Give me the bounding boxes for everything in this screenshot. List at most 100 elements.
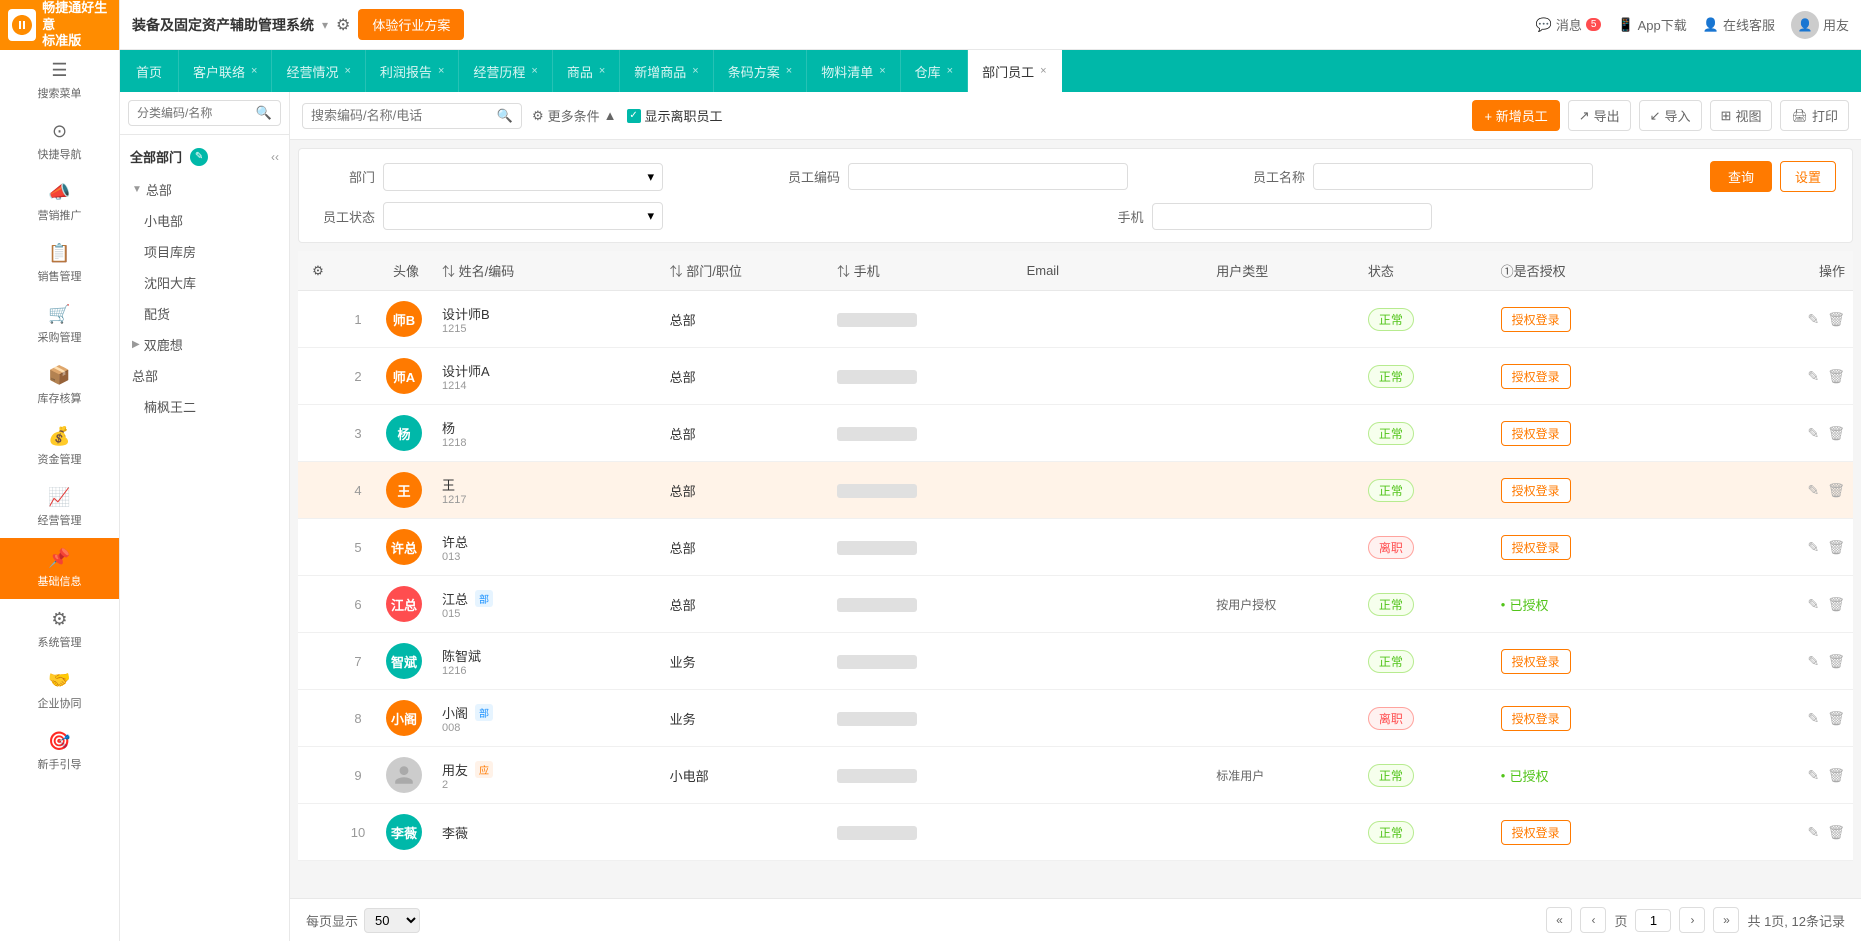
- print-button[interactable]: 🖨 打印: [1780, 100, 1849, 131]
- sidebar-item-sales[interactable]: 📋 销售管理: [0, 233, 119, 294]
- edit-icon[interactable]: ✎: [1807, 596, 1819, 613]
- sidebar-item-purchase[interactable]: 🛒 采购管理: [0, 294, 119, 355]
- sidebar-item-quicknav[interactable]: ⊙ 快捷导航: [0, 111, 119, 172]
- dept-node-syd[interactable]: 沈阳大库: [120, 267, 289, 298]
- close-icon[interactable]: ×: [1040, 65, 1046, 77]
- dept-node-xmk[interactable]: 项目库房: [120, 236, 289, 267]
- dept-search-input[interactable]: [137, 106, 252, 120]
- tab-newgoods[interactable]: 新增商品 ×: [620, 50, 713, 92]
- dropdown-arrow-icon[interactable]: ▾: [322, 18, 328, 32]
- settings-icon[interactable]: ⚙: [336, 15, 350, 35]
- close-icon[interactable]: ×: [879, 65, 885, 77]
- last-page-button[interactable]: »: [1713, 907, 1739, 933]
- dept-all-item[interactable]: 全部部门 ✎ ‹‹: [120, 139, 289, 174]
- edit-icon[interactable]: ✎: [1807, 767, 1819, 784]
- edit-icon[interactable]: ✎: [1807, 482, 1819, 499]
- sidebar-item-guide[interactable]: 🎯 新手引导: [0, 721, 119, 782]
- auth-login-button[interactable]: 授权登录: [1501, 535, 1571, 560]
- tab-staff[interactable]: 部门员工 ×: [968, 50, 1061, 92]
- emp-status-select[interactable]: ▾: [383, 202, 663, 230]
- dept-node-xdb[interactable]: 小电部: [120, 205, 289, 236]
- tab-operations[interactable]: 经营情况 ×: [272, 50, 365, 92]
- tab-customer[interactable]: 客户联络 ×: [179, 50, 272, 92]
- tab-warehouse[interactable]: 仓库 ×: [901, 50, 968, 92]
- next-page-button[interactable]: ›: [1679, 907, 1705, 933]
- user-menu[interactable]: 👤 用友: [1791, 11, 1849, 39]
- delete-icon[interactable]: 🗑: [1827, 311, 1845, 328]
- sidebar-item-finance[interactable]: 💰 资金管理: [0, 416, 119, 477]
- add-employee-button[interactable]: + 新增员工: [1472, 100, 1559, 131]
- dept-node-npwz[interactable]: 楠枫王二: [120, 391, 289, 422]
- auth-login-button[interactable]: 授权登录: [1501, 364, 1571, 389]
- import-button[interactable]: ↙ 导入: [1639, 100, 1702, 131]
- edit-icon[interactable]: ✎: [1807, 710, 1819, 727]
- first-page-button[interactable]: «: [1546, 907, 1572, 933]
- tab-history[interactable]: 经营历程 ×: [459, 50, 552, 92]
- page-size-select[interactable]: 50 100 200: [364, 908, 420, 933]
- delete-icon[interactable]: 🗑: [1827, 824, 1845, 841]
- sidebar-item-search[interactable]: ☰ 搜索菜单: [0, 50, 119, 111]
- filter-settings-button[interactable]: 设置: [1780, 161, 1836, 192]
- close-icon[interactable]: ×: [786, 65, 792, 77]
- dept-select[interactable]: ▾: [383, 163, 663, 191]
- close-icon[interactable]: ×: [947, 65, 953, 77]
- dept-node-ph[interactable]: 配货: [120, 298, 289, 329]
- sidebar-item-basic[interactable]: 📌 基础信息: [0, 538, 119, 599]
- dept-node-sx[interactable]: ▶ 双鹿想: [120, 329, 289, 360]
- edit-icon[interactable]: ✎: [1807, 368, 1819, 385]
- emp-code-input[interactable]: [848, 163, 1128, 190]
- show-resigned-toggle[interactable]: ✓ 显示离职员工: [627, 106, 723, 125]
- emp-name-input[interactable]: [1313, 163, 1593, 190]
- online-service-button[interactable]: 👤 在线客服: [1703, 15, 1775, 34]
- page-number-input[interactable]: [1635, 909, 1671, 932]
- sidebar-item-cooperation[interactable]: 🤝 企业协同: [0, 660, 119, 721]
- sidebar-item-inventory[interactable]: 📦 库存核算: [0, 355, 119, 416]
- delete-icon[interactable]: 🗑: [1827, 767, 1845, 784]
- more-conditions-button[interactable]: ⚙ 更多条件 ▲: [532, 106, 617, 125]
- delete-icon[interactable]: 🗑: [1827, 710, 1845, 727]
- table-gear-col[interactable]: ⚙: [298, 251, 338, 291]
- sidebar-item-operations[interactable]: 📈 经营管理: [0, 477, 119, 538]
- close-icon[interactable]: ×: [599, 65, 605, 77]
- sort-icon[interactable]: ⇅: [837, 264, 850, 279]
- auth-login-button[interactable]: 授权登录: [1501, 421, 1571, 446]
- close-icon[interactable]: ×: [251, 65, 257, 77]
- view-button[interactable]: ⊞ 视图: [1710, 100, 1773, 131]
- edit-icon[interactable]: ✎: [1807, 824, 1819, 841]
- query-button[interactable]: 查询: [1710, 161, 1772, 192]
- app-download-button[interactable]: 📱 App下载: [1617, 15, 1686, 34]
- auth-login-button[interactable]: 授权登录: [1501, 307, 1571, 332]
- sidebar-item-system[interactable]: ⚙ 系统管理: [0, 599, 119, 660]
- delete-icon[interactable]: 🗑: [1827, 482, 1845, 499]
- message-button[interactable]: 💬 消息 5: [1536, 15, 1602, 34]
- sort-icon[interactable]: ⇅: [670, 264, 683, 279]
- dept-node-zb[interactable]: 总部: [120, 360, 289, 391]
- delete-icon[interactable]: 🗑: [1827, 425, 1845, 442]
- tab-goods[interactable]: 商品 ×: [553, 50, 620, 92]
- auth-login-button[interactable]: 授权登录: [1501, 706, 1571, 731]
- tab-profit[interactable]: 利润报告 ×: [366, 50, 459, 92]
- sidebar-item-marketing[interactable]: 📣 营销推广: [0, 172, 119, 233]
- delete-icon[interactable]: 🗑: [1827, 368, 1845, 385]
- delete-icon[interactable]: 🗑: [1827, 653, 1845, 670]
- resigned-checkbox[interactable]: ✓: [627, 109, 641, 123]
- experience-button[interactable]: 体验行业方案: [358, 9, 464, 40]
- prev-page-button[interactable]: ‹: [1580, 907, 1606, 933]
- close-icon[interactable]: ×: [531, 65, 537, 77]
- sort-icon[interactable]: ⇅: [442, 264, 455, 279]
- search-input[interactable]: [311, 108, 493, 123]
- export-button[interactable]: ↗ 导出: [1568, 100, 1631, 131]
- edit-icon[interactable]: ✎: [1807, 539, 1819, 556]
- tab-materials[interactable]: 物料清单 ×: [807, 50, 900, 92]
- auth-login-button[interactable]: 授权登录: [1501, 649, 1571, 674]
- edit-icon[interactable]: ✎: [1807, 425, 1819, 442]
- close-icon[interactable]: ×: [344, 65, 350, 77]
- dept-collapse-icon[interactable]: ‹‹: [271, 150, 279, 164]
- delete-icon[interactable]: 🗑: [1827, 539, 1845, 556]
- edit-icon[interactable]: ✎: [1807, 653, 1819, 670]
- delete-icon[interactable]: 🗑: [1827, 596, 1845, 613]
- tab-home[interactable]: 首页: [120, 50, 179, 92]
- dept-node-head[interactable]: ▼ 总部: [120, 174, 289, 205]
- tab-barcode[interactable]: 条码方案 ×: [714, 50, 807, 92]
- close-icon[interactable]: ×: [438, 65, 444, 77]
